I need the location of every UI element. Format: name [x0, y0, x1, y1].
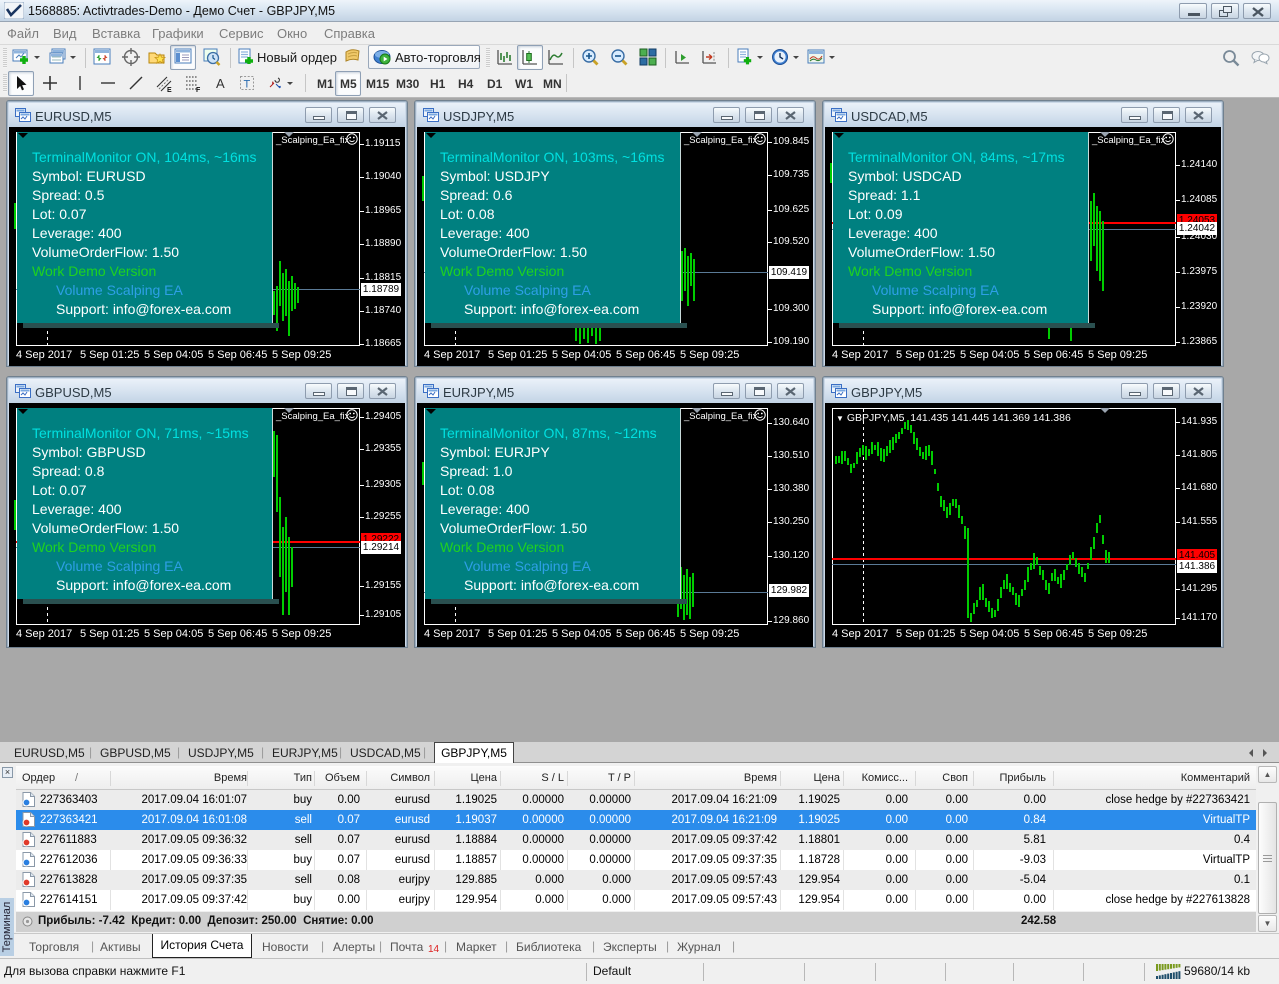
svg-text:A: A — [216, 76, 225, 91]
svg-text:T: T — [244, 79, 251, 91]
svg-text:F: F — [196, 87, 201, 93]
svg-text:E: E — [167, 87, 172, 93]
